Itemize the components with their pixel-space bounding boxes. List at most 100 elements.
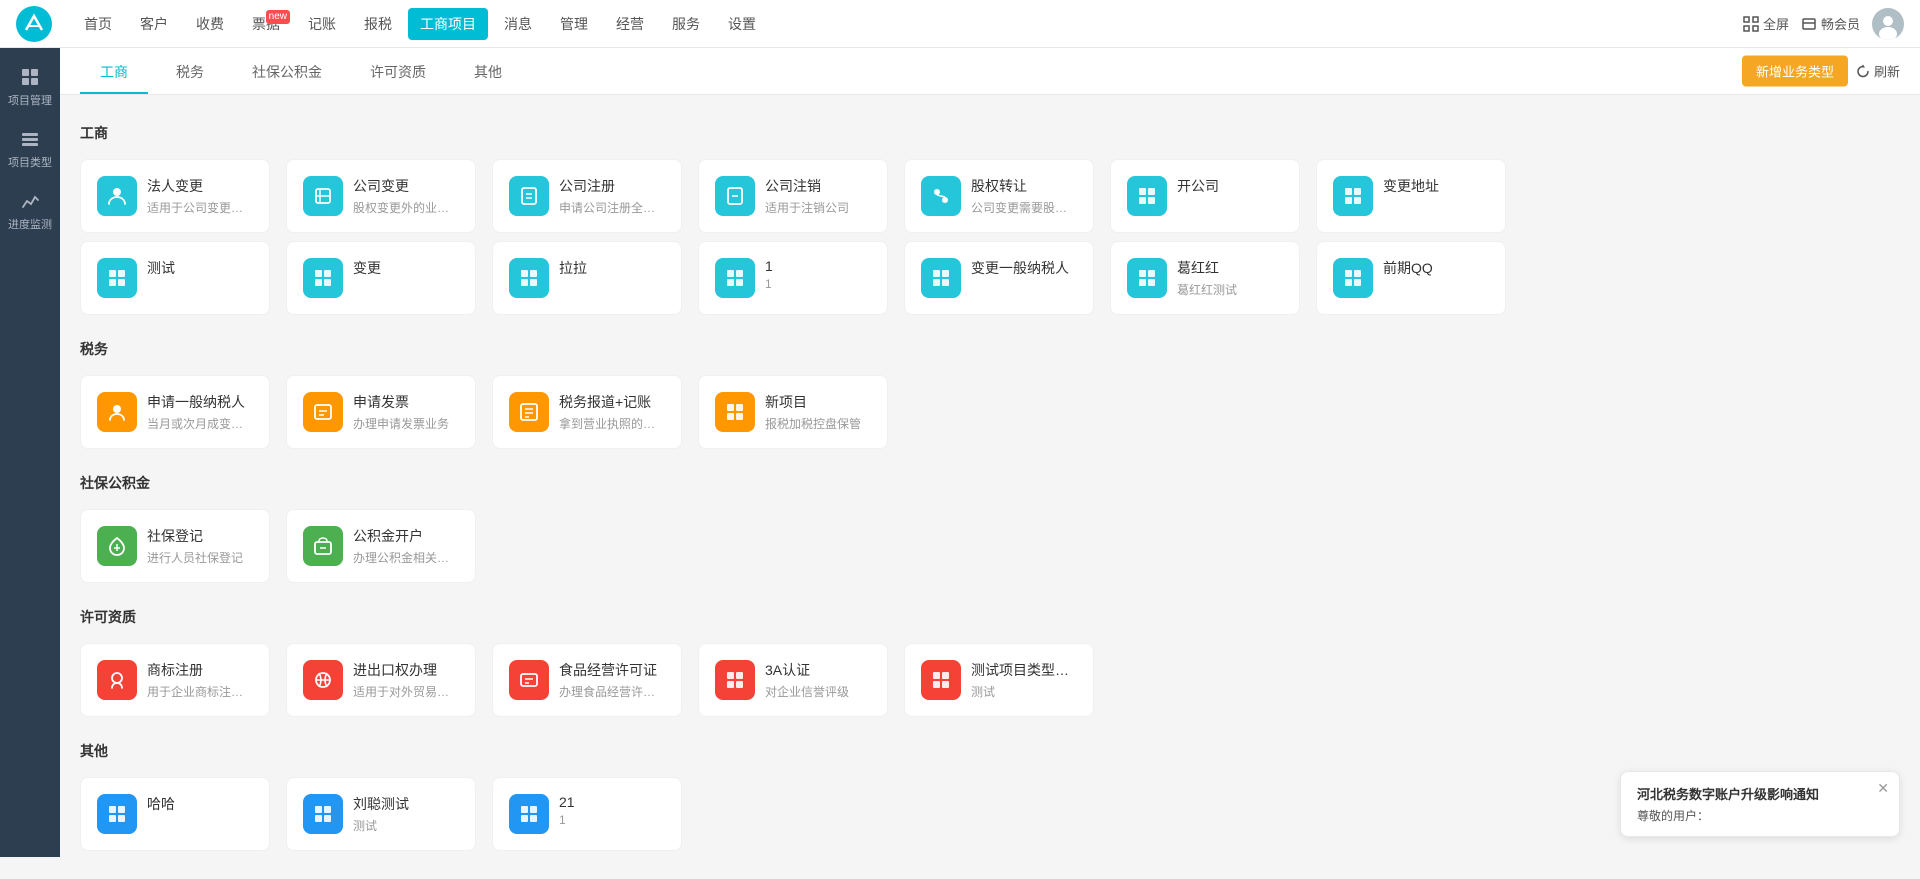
nav-home[interactable]: 首页 <box>72 8 124 40</box>
card-food-permit[interactable]: 食品经营许可证 办理食品经营许可证 <box>492 643 682 717</box>
notification-box: ✕ 河北税务数字账户升级影响通知 尊敬的用户： <box>1620 771 1900 837</box>
member-button[interactable]: 畅会员 <box>1801 14 1860 33</box>
card-desc-food-permit: 办理食品经营许可证 <box>559 683 665 700</box>
tab-other[interactable]: 其他 <box>454 48 522 94</box>
nav-industry[interactable]: 工商项目 <box>408 8 488 40</box>
card-desc-new-project: 报税加税控盘保管 <box>765 415 871 432</box>
card-icon-change-tax <box>921 258 961 298</box>
card-company-cancel[interactable]: 公司注销 适用于注销公司 <box>698 159 888 233</box>
card-title-tax-report: 税务报道+记账 <box>559 392 665 412</box>
card-icon-one <box>715 258 755 298</box>
card-content-tax-report: 税务报道+记账 拿到营业执照的新公司 <box>559 392 665 432</box>
card-content-3a-cert: 3A认证 对企业信誉评级 <box>765 660 871 700</box>
card-tax-report[interactable]: 税务报道+记账 拿到营业执照的新公司 <box>492 375 682 449</box>
card-title-change-tax: 变更一般纳税人 <box>971 258 1077 278</box>
card-title-import-export: 进出口权办理 <box>353 660 459 680</box>
nav-settings[interactable]: 设置 <box>716 8 768 40</box>
nav-manage[interactable]: 管理 <box>548 8 600 40</box>
nav-message[interactable]: 消息 <box>492 8 544 40</box>
nav-items: 首页 客户 收费 票据 new 记账 报税 工商项目 消息 管理 经营 服务 设… <box>72 8 1743 40</box>
fullscreen-button[interactable]: 全屏 <box>1743 14 1789 33</box>
card-test-type-def[interactable]: 测试项目类型目定义 测试 <box>904 643 1094 717</box>
card-icon-equity <box>921 176 961 216</box>
card-icon-twentyone <box>509 794 549 834</box>
card-title-social-register: 社保登记 <box>147 526 253 546</box>
refresh-label: 刷新 <box>1874 62 1900 81</box>
card-legal-change[interactable]: 法人变更 适用于公司变更法人 <box>80 159 270 233</box>
card-haha[interactable]: 哈哈 <box>80 777 270 851</box>
card-title-legal: 法人变更 <box>147 176 253 196</box>
nav-service[interactable]: 服务 <box>660 8 712 40</box>
nav-ticket[interactable]: 票据 new <box>240 8 292 40</box>
card-one[interactable]: 1 1 <box>698 241 888 315</box>
cards-grid-shebao: 社保登记 进行人员社保登记 公积金开户 办理公积金相关业务 <box>80 509 1900 583</box>
card-icon-fund-open <box>303 526 343 566</box>
card-company-change[interactable]: 公司变更 股权变更外的业务变更 <box>286 159 476 233</box>
new-badge: new <box>266 10 290 24</box>
card-desc-twentyone: 1 <box>559 813 665 827</box>
tab-tax[interactable]: 税务 <box>156 48 224 94</box>
section-title-permit: 许可资质 <box>80 607 1900 627</box>
card-content-import-export: 进出口权办理 适用于对外贸易经营者 <box>353 660 459 700</box>
tab-social-fund[interactable]: 社保公积金 <box>232 48 342 94</box>
avatar[interactable] <box>1872 8 1904 40</box>
card-content-open-company: 开公司 <box>1177 176 1283 199</box>
card-title-company-change: 公司变更 <box>353 176 459 196</box>
card-biangengg[interactable]: 变更 <box>286 241 476 315</box>
card-desc-import-export: 适用于对外贸易经营者 <box>353 683 459 700</box>
card-desc-tax-report: 拿到营业执照的新公司 <box>559 415 665 432</box>
card-import-export[interactable]: 进出口权办理 适用于对外贸易经营者 <box>286 643 476 717</box>
card-title-cancel: 公司注销 <box>765 176 871 196</box>
card-twentyone[interactable]: 21 1 <box>492 777 682 851</box>
card-icon-biangengg <box>303 258 343 298</box>
card-change-address[interactable]: 变更地址 <box>1316 159 1506 233</box>
card-qqbefore[interactable]: 前期QQ <box>1316 241 1506 315</box>
card-test[interactable]: 测试 <box>80 241 270 315</box>
card-title-liucong: 刘聪测试 <box>353 794 459 814</box>
nav-bookkeeping[interactable]: 记账 <box>296 8 348 40</box>
sidebar-item-progress-monitor[interactable]: 进度监测 <box>0 180 60 242</box>
notification-close-button[interactable]: ✕ <box>1877 780 1889 797</box>
card-change-tax[interactable]: 变更一般纳税人 <box>904 241 1094 315</box>
card-liucong-test[interactable]: 刘聪测试 测试 <box>286 777 476 851</box>
card-desc-trademark: 用于企业商标注册服务 <box>147 683 253 700</box>
card-fund-open[interactable]: 公积金开户 办理公积金相关业务 <box>286 509 476 583</box>
nav-fee[interactable]: 收费 <box>184 8 236 40</box>
card-lala[interactable]: 拉拉 <box>492 241 682 315</box>
cards-grid-industry: 法人变更 适用于公司变更法人 公司变更 股权变更外的业务变更 公司注册 <box>80 159 1900 233</box>
card-icon-gehonghong <box>1127 258 1167 298</box>
card-gehonghong[interactable]: 葛红红 葛红红测试 <box>1110 241 1300 315</box>
refresh-button[interactable]: 刷新 <box>1856 62 1900 81</box>
tab-permit[interactable]: 许可资质 <box>350 48 446 94</box>
nav-customer[interactable]: 客户 <box>128 8 180 40</box>
card-social-register[interactable]: 社保登记 进行人员社保登记 <box>80 509 270 583</box>
card-company-register[interactable]: 公司注册 申请公司注册全流程 <box>492 159 682 233</box>
notification-title: 河北税务数字账户升级影响通知 <box>1637 784 1883 803</box>
card-equity-transfer[interactable]: 股权转让 公司变更需要股权转让 <box>904 159 1094 233</box>
card-icon-haha <box>97 794 137 834</box>
card-desc-legal: 适用于公司变更法人 <box>147 199 253 216</box>
content-area: 工商 法人变更 适用于公司变更法人 公司变更 股权变更外的业务变更 <box>60 95 1920 879</box>
card-apply-invoice[interactable]: 申请发票 办理申请发票业务 <box>286 375 476 449</box>
sidebar-item-project-manage[interactable]: 项目管理 <box>0 56 60 118</box>
card-content-haha: 哈哈 <box>147 794 253 814</box>
cards-grid-industry-2: 测试 变更 拉拉 <box>80 241 1900 315</box>
card-content-twentyone: 21 1 <box>559 794 665 827</box>
card-new-project[interactable]: 新项目 报税加税控盘保管 <box>698 375 888 449</box>
card-title-twentyone: 21 <box>559 794 665 810</box>
card-desc-fund-open: 办理公积金相关业务 <box>353 549 459 566</box>
logo[interactable] <box>16 6 52 42</box>
nav-tax[interactable]: 报税 <box>352 8 404 40</box>
card-desc-one: 1 <box>765 277 871 291</box>
card-trademark[interactable]: 商标注册 用于企业商标注册服务 <box>80 643 270 717</box>
section-title-tax: 税务 <box>80 339 1900 359</box>
new-type-button[interactable]: 新增业务类型 <box>1742 56 1848 87</box>
card-title-open-company: 开公司 <box>1177 176 1283 196</box>
card-3a-cert[interactable]: 3A认证 对企业信誉评级 <box>698 643 888 717</box>
nav-operation[interactable]: 经营 <box>604 8 656 40</box>
tab-industry[interactable]: 工商 <box>80 48 148 94</box>
card-apply-taxpayer[interactable]: 申请一般纳税人 当月或次月成变更完成 <box>80 375 270 449</box>
card-open-company[interactable]: 开公司 <box>1110 159 1300 233</box>
card-icon-apply-taxpayer <box>97 392 137 432</box>
sidebar-item-project-type[interactable]: 项目类型 <box>0 118 60 180</box>
